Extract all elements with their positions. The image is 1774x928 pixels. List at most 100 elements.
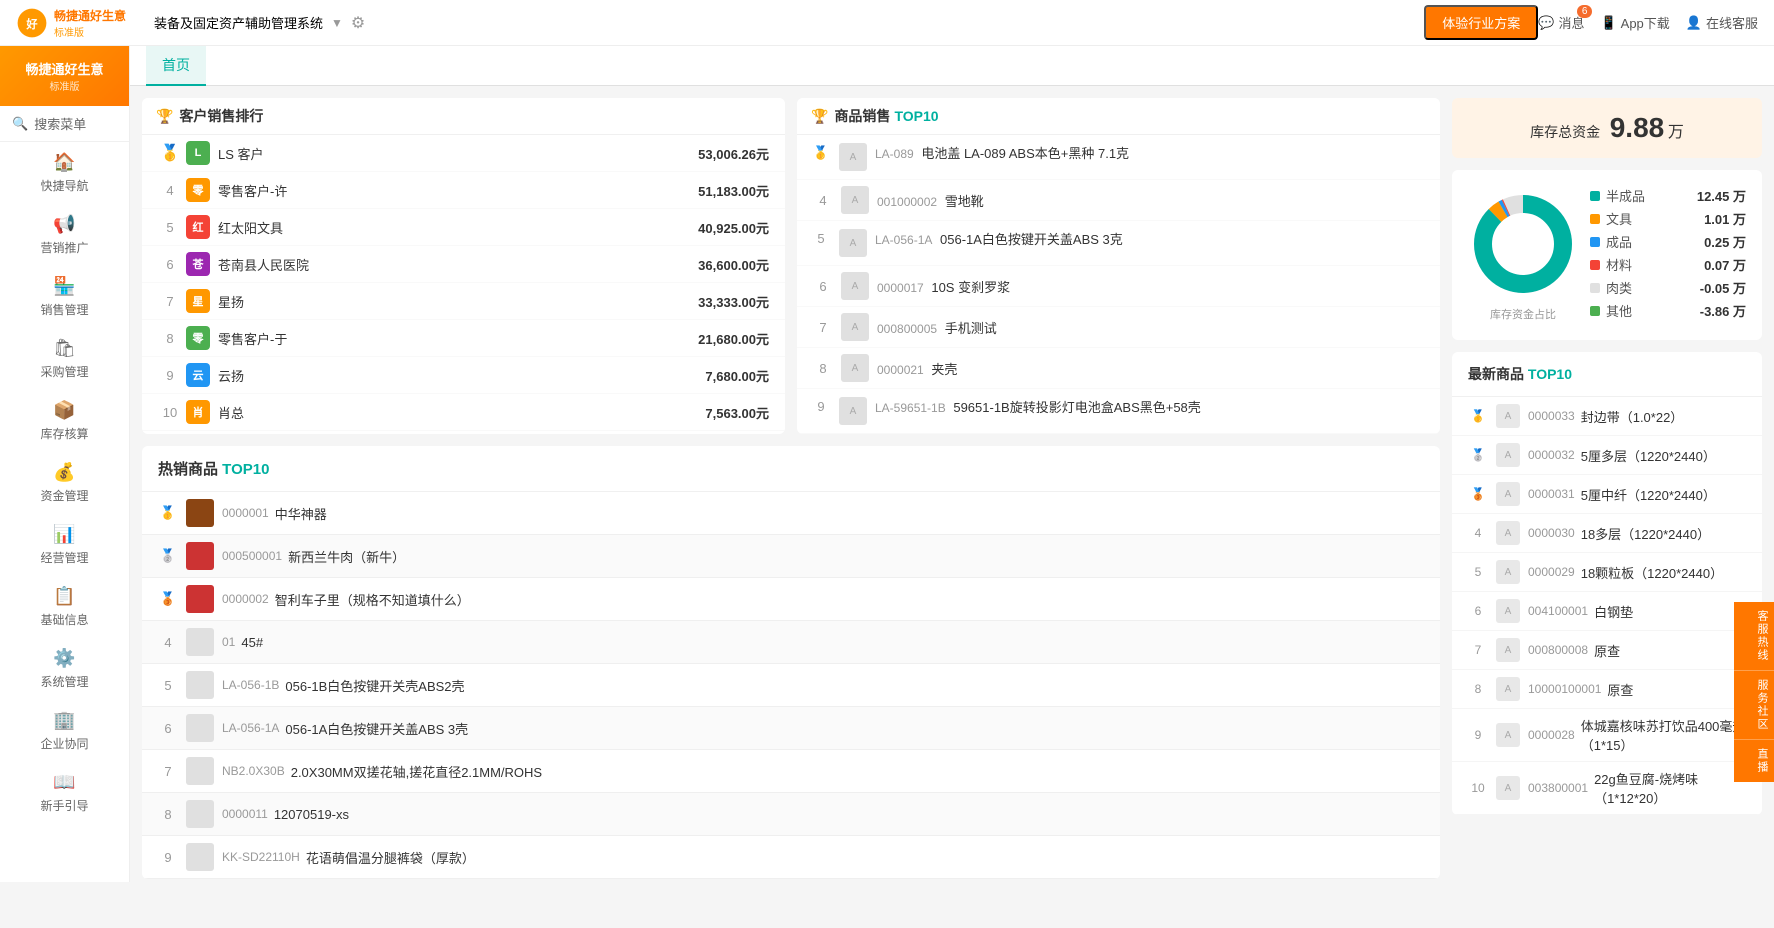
search-menu[interactable]: 🔍 搜索菜单 [0, 106, 129, 142]
prod-rank-num-2: 4 [813, 193, 833, 208]
np-rank-8: 8 [1468, 682, 1488, 696]
prod-code-1: LA-089 [875, 147, 914, 161]
message-icon: 💬 [1538, 15, 1554, 31]
message-button[interactable]: 💬 消息 6 [1538, 13, 1584, 32]
hot-code-3: 0000002 [222, 592, 269, 606]
rank-amount-8: 7,563.00元 [705, 403, 769, 422]
online-service-label: 在线客服 [1706, 13, 1758, 32]
sidebar-item-quick-nav[interactable]: 🏠 快捷导航 [0, 142, 129, 204]
prod-name-5: 手机测试 [945, 321, 997, 336]
hot-img-8 [186, 800, 214, 828]
sidebar-item-purchase[interactable]: 🛍 采购管理 [0, 328, 129, 390]
svg-text:好: 好 [25, 16, 37, 30]
sidebar-label-system: 系统管理 [40, 673, 88, 690]
np-rank-2: 🥈 [1468, 448, 1488, 462]
hot-rank-4: 4 [158, 635, 178, 650]
sidebar-item-inventory[interactable]: 📦 库存核算 [0, 390, 129, 452]
product-rank-row-7: 9 A LA-59651-1B 59651-1B旋转投影灯电池盒ABS黑色+58… [797, 389, 1440, 434]
legend-name-4: 材料 [1606, 255, 1698, 274]
sidebar-item-sales[interactable]: 🏪 销售管理 [0, 266, 129, 328]
hot-name-6: 056-1A白色按键开关盖ABS 3壳 [285, 719, 468, 738]
np-rank-10: 10 [1468, 781, 1488, 795]
prod-code-6: 0000021 [877, 363, 924, 377]
logo-text: 畅捷通好生意 标准版 [54, 7, 126, 39]
logo-icon: 好 [16, 7, 48, 39]
customer-rank-row-5: 7 星 星扬 33,333.00元 [142, 283, 785, 320]
hot-row-9: 9 KK-SD22110H 花语萌倡温分腿裤袋（厚款） [142, 836, 1440, 879]
np-img-10: A [1496, 776, 1520, 800]
phone-icon: 📱 [1600, 15, 1616, 31]
legend-val-3: 0.25 万 [1704, 232, 1746, 251]
app-download-button[interactable]: 📱 App下载 [1600, 13, 1669, 32]
prod-info-1: LA-089 电池盖 LA-089 ABS本色+黑种 7.1克 [875, 143, 1426, 162]
rank-badge-3: 红 [186, 215, 210, 239]
sidebar-label-guide: 新手引导 [40, 797, 88, 814]
enterprise-icon: 🏢 [53, 710, 75, 731]
np-row-9: 9 A 0000028 体城嘉核味苏打饮品400毫升（1*15） [1452, 709, 1762, 762]
prod-info-5: 000800005 手机测试 [877, 318, 1424, 337]
online-service-button[interactable]: 👤 在线客服 [1686, 13, 1758, 32]
sidebar-logo-sub: 标准版 [50, 78, 80, 93]
tab-home[interactable]: 首页 [146, 46, 206, 86]
hot-products-header: 热销商品 TOP10 [142, 446, 1440, 492]
prod-info-6: 0000021 夹壳 [877, 359, 1424, 378]
float-btn-hotline[interactable]: 客服热线 [1734, 602, 1774, 671]
np-img-6: A [1496, 599, 1520, 623]
gear-icon[interactable]: ⚙ [351, 13, 365, 33]
np-rank-1: 🥇 [1468, 409, 1488, 423]
prod-rank-num-1: 🥇 [811, 143, 831, 161]
rank-name-4: 苍南县人民医院 [218, 255, 698, 274]
np-code-10: 003800001 [1528, 781, 1588, 795]
float-btn-service[interactable]: 服务社区 [1734, 671, 1774, 740]
sidebar-label-finance: 资金管理 [40, 487, 88, 504]
sidebar-item-finance[interactable]: 💰 资金管理 [0, 452, 129, 514]
rank-badge-2: 零 [186, 178, 210, 202]
sidebar-item-basic[interactable]: 📋 基础信息 [0, 576, 129, 638]
rank-name-1: LS 客户 [218, 144, 698, 163]
np-row-1: 🥇 A 0000033 封边带（1.0*22） [1452, 397, 1762, 436]
product-ranking-panel: 🏆 商品销售 TOP10 🥇 A LA-089 电池盖 LA-089 ABS本色… [797, 98, 1440, 434]
system-selector[interactable]: 装备及固定资产辅助管理系统 ▼ ⚙ [154, 13, 1424, 33]
prod-info-4: 0000017 10S 变刹罗浆 [877, 277, 1424, 296]
app-download-label: App下载 [1621, 13, 1670, 32]
hot-name-5: 056-1B白色按键开关壳ABS2壳 [285, 676, 464, 695]
prod-info-3: LA-056-1A 056-1A白色按键开关盖ABS 3克 [875, 229, 1426, 248]
sidebar-item-system[interactable]: ⚙️ 系统管理 [0, 638, 129, 700]
hot-row-7: 7 NB2.0X30B 2.0X30MM双搓花轴,搓花直径2.1MM/ROHS [142, 750, 1440, 793]
sidebar-item-guide[interactable]: 📖 新手引导 [0, 762, 129, 824]
np-rank-7: 7 [1468, 643, 1488, 657]
message-badge: 6 [1577, 5, 1593, 18]
np-img-1: A [1496, 404, 1520, 428]
np-name-6: 白钢垫 [1594, 602, 1746, 621]
hot-name-1: 中华神器 [275, 504, 327, 523]
sidebar-label-inventory: 库存核算 [40, 425, 88, 442]
sidebar-item-operation[interactable]: 📊 经营管理 [0, 514, 129, 576]
hot-rank-9: 9 [158, 850, 178, 865]
sidebar-item-enterprise[interactable]: 🏢 企业协同 [0, 700, 129, 762]
legend-name-2: 文具 [1606, 209, 1698, 228]
search-label: 搜索菜单 [34, 114, 86, 133]
customer-rank-row-8: 10 肖 肖总 7,563.00元 [142, 394, 785, 431]
tab-home-label: 首页 [162, 55, 190, 75]
rank-amount-4: 36,600.00元 [698, 255, 769, 274]
trial-button[interactable]: 体验行业方案 [1424, 5, 1538, 40]
float-btn-direct[interactable]: 直播 [1734, 740, 1774, 782]
prod-name-2: 雪地靴 [945, 194, 984, 209]
customer-rank-row-1: 🥇 L LS 客户 53,006.26元 [142, 135, 785, 172]
legend-color-2 [1590, 214, 1600, 224]
hot-rank-8: 8 [158, 807, 178, 822]
rank-name-6: 零售客户-于 [218, 329, 698, 348]
legend-item-5: 肉类 -0.05 万 [1590, 278, 1746, 297]
sidebar: 畅捷通好生意 标准版 🔍 搜索菜单 🏠 快捷导航 📢 营销推广 🏪 销售管理 🛍… [0, 0, 130, 882]
hot-code-8: 0000011 [222, 807, 268, 821]
legend-val-1: 12.45 万 [1697, 186, 1746, 205]
rank-name-8: 肖总 [218, 403, 705, 422]
sidebar-item-marketing[interactable]: 📢 营销推广 [0, 204, 129, 266]
content-area: 🏆 客户销售排行 🥇 L LS 客户 53,006.26元 [130, 86, 1774, 891]
rank-num-8: 10 [158, 405, 182, 420]
hot-img-5 [186, 671, 214, 699]
legend-val-2: 1.01 万 [1704, 209, 1746, 228]
sidebar-label-purchase: 采购管理 [40, 363, 88, 380]
hot-rank-6: 6 [158, 721, 178, 736]
finance-icon: 💰 [53, 462, 75, 483]
